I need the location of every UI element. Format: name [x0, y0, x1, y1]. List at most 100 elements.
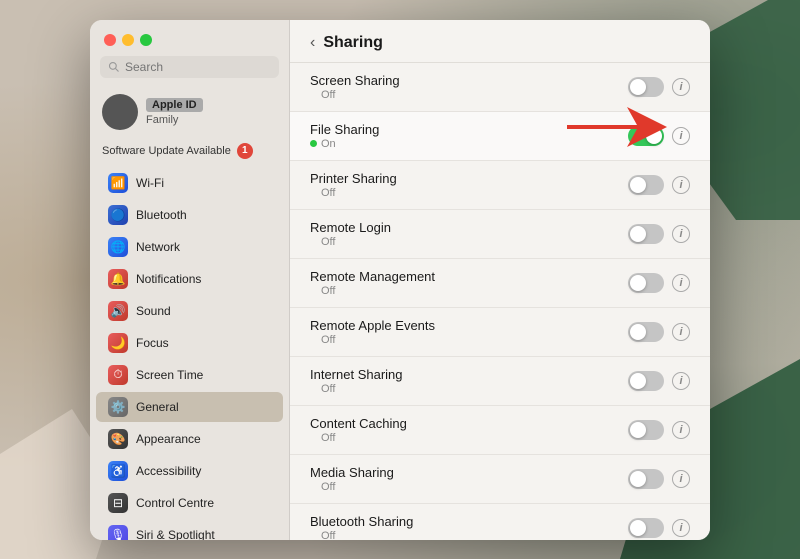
close-button[interactable] [104, 34, 116, 46]
sidebar-item-focus[interactable]: 🌙 Focus [96, 328, 283, 358]
window-controls [90, 20, 289, 56]
back-button[interactable]: ‹ [310, 34, 315, 52]
file-sharing-status: On [310, 138, 379, 150]
remote-login-info-btn[interactable]: i [672, 225, 690, 243]
remote-management-info-btn[interactable]: i [672, 274, 690, 292]
internet-sharing-controls: i [628, 371, 690, 391]
screen-sharing-name: Screen Sharing [310, 73, 400, 88]
internet-sharing-toggle[interactable] [628, 371, 664, 391]
internet-sharing-name: Internet Sharing [310, 367, 403, 382]
remote-apple-events-name: Remote Apple Events [310, 318, 435, 333]
printer-sharing-info-btn[interactable]: i [672, 176, 690, 194]
remote-management-controls: i [628, 273, 690, 293]
content-caching-info-btn[interactable]: i [672, 421, 690, 439]
screen-sharing-toggle[interactable] [628, 77, 664, 97]
content-caching-name: Content Caching [310, 416, 407, 431]
remote-apple-events-toggle[interactable] [628, 322, 664, 342]
screen-sharing-info-btn[interactable]: i [672, 78, 690, 96]
remote-login-name: Remote Login [310, 220, 391, 235]
sidebar-item-network[interactable]: 🌐 Network [96, 232, 283, 262]
sidebar-item-appearance[interactable]: 🎨 Appearance [96, 424, 283, 454]
printer-sharing-info: Printer Sharing Off [310, 171, 397, 199]
file-sharing-name: File Sharing [310, 122, 379, 137]
sharing-item-bluetooth-sharing: Bluetooth Sharing Off i [290, 504, 710, 540]
siri-icon: 🎙 [108, 525, 128, 540]
content-caching-toggle[interactable] [628, 420, 664, 440]
bluetooth-sharing-info: Bluetooth Sharing Off [310, 514, 413, 540]
remote-management-info: Remote Management Off [310, 269, 435, 297]
appearance-icon: 🎨 [108, 429, 128, 449]
software-update-row[interactable]: Software Update Available 1 [90, 138, 289, 167]
media-sharing-name: Media Sharing [310, 465, 394, 480]
search-box[interactable] [100, 56, 279, 78]
sidebar-item-notifications-label: Notifications [136, 272, 201, 286]
maximize-button[interactable] [140, 34, 152, 46]
printer-sharing-status-dot [310, 189, 317, 196]
search-input[interactable] [125, 60, 271, 74]
media-sharing-toggle[interactable] [628, 469, 664, 489]
sidebar-item-appearance-label: Appearance [136, 432, 201, 446]
printer-sharing-toggle[interactable] [628, 175, 664, 195]
screen-sharing-status: Off [310, 89, 400, 101]
system-preferences-window: Apple ID Family Software Update Availabl… [90, 20, 710, 540]
general-icon: ⚙️ [108, 397, 128, 417]
content-caching-toggle-knob [630, 422, 646, 438]
sidebar-item-notifications[interactable]: 🔔 Notifications [96, 264, 283, 294]
internet-sharing-info: Internet Sharing Off [310, 367, 403, 395]
internet-sharing-info-btn[interactable]: i [672, 372, 690, 390]
user-section: Apple ID Family [90, 88, 289, 138]
content-caching-status: Off [310, 432, 407, 444]
sidebar-item-bluetooth[interactable]: 🔵 Bluetooth [96, 200, 283, 230]
remote-management-status: Off [310, 285, 435, 297]
media-sharing-status: Off [310, 481, 394, 493]
internet-sharing-status: Off [310, 383, 403, 395]
remote-apple-events-info-btn[interactable]: i [672, 323, 690, 341]
media-sharing-status-dot [310, 483, 317, 490]
screen-sharing-status-dot [310, 91, 317, 98]
minimize-button[interactable] [122, 34, 134, 46]
sharing-item-remote-apple-events: Remote Apple Events Off i [290, 308, 710, 357]
remote-login-toggle[interactable] [628, 224, 664, 244]
sharing-item-media-sharing: Media Sharing Off i [290, 455, 710, 504]
content-caching-status-dot [310, 434, 317, 441]
sidebar-item-siri-spotlight[interactable]: 🎙 Siri & Spotlight [96, 520, 283, 540]
focus-icon: 🌙 [108, 333, 128, 353]
main-content: ‹ Sharing Screen Sharing Off i [290, 20, 710, 540]
notifications-icon: 🔔 [108, 269, 128, 289]
bluetooth-sharing-name: Bluetooth Sharing [310, 514, 413, 529]
sidebar-item-general-label: General [136, 400, 179, 414]
sidebar-item-accessibility[interactable]: ♿ Accessibility [96, 456, 283, 486]
sidebar-item-general[interactable]: ⚙️ General [96, 392, 283, 422]
remote-apple-events-toggle-knob [630, 324, 646, 340]
sidebar-item-network-label: Network [136, 240, 180, 254]
sharing-item-remote-login: Remote Login Off i [290, 210, 710, 259]
remote-management-status-dot [310, 287, 317, 294]
remote-management-toggle[interactable] [628, 273, 664, 293]
sidebar: Apple ID Family Software Update Availabl… [90, 20, 290, 540]
sound-icon: 🔊 [108, 301, 128, 321]
sidebar-item-control-centre[interactable]: ⊟ Control Centre [96, 488, 283, 518]
bluetooth-sharing-toggle[interactable] [628, 518, 664, 538]
sidebar-item-sound-label: Sound [136, 304, 171, 318]
sidebar-item-sound[interactable]: 🔊 Sound [96, 296, 283, 326]
media-sharing-info-btn[interactable]: i [672, 470, 690, 488]
sidebar-item-wifi-label: Wi-Fi [136, 176, 164, 190]
bluetooth-sharing-info-btn[interactable]: i [672, 519, 690, 537]
printer-sharing-controls: i [628, 175, 690, 195]
internet-sharing-toggle-knob [630, 373, 646, 389]
sidebar-item-control-centre-label: Control Centre [136, 496, 214, 510]
content-caching-controls: i [628, 420, 690, 440]
page-title: Sharing [323, 34, 383, 52]
sidebar-item-screen-time-label: Screen Time [136, 368, 203, 382]
sidebar-item-wifi[interactable]: 📶 Wi-Fi [96, 168, 283, 198]
remote-apple-events-status: Off [310, 334, 435, 346]
bluetooth-sharing-status-dot [310, 532, 317, 539]
sidebar-items: 📶 Wi-Fi 🔵 Bluetooth 🌐 Network 🔔 Notifica… [90, 167, 289, 540]
sidebar-item-focus-label: Focus [136, 336, 169, 350]
bluetooth-sharing-status: Off [310, 530, 413, 540]
bluetooth-icon: 🔵 [108, 205, 128, 225]
sidebar-item-screen-time[interactable]: ⏱ Screen Time [96, 360, 283, 390]
media-sharing-toggle-knob [630, 471, 646, 487]
sharing-item-content-caching: Content Caching Off i [290, 406, 710, 455]
apple-id-label: Apple ID [146, 98, 203, 112]
